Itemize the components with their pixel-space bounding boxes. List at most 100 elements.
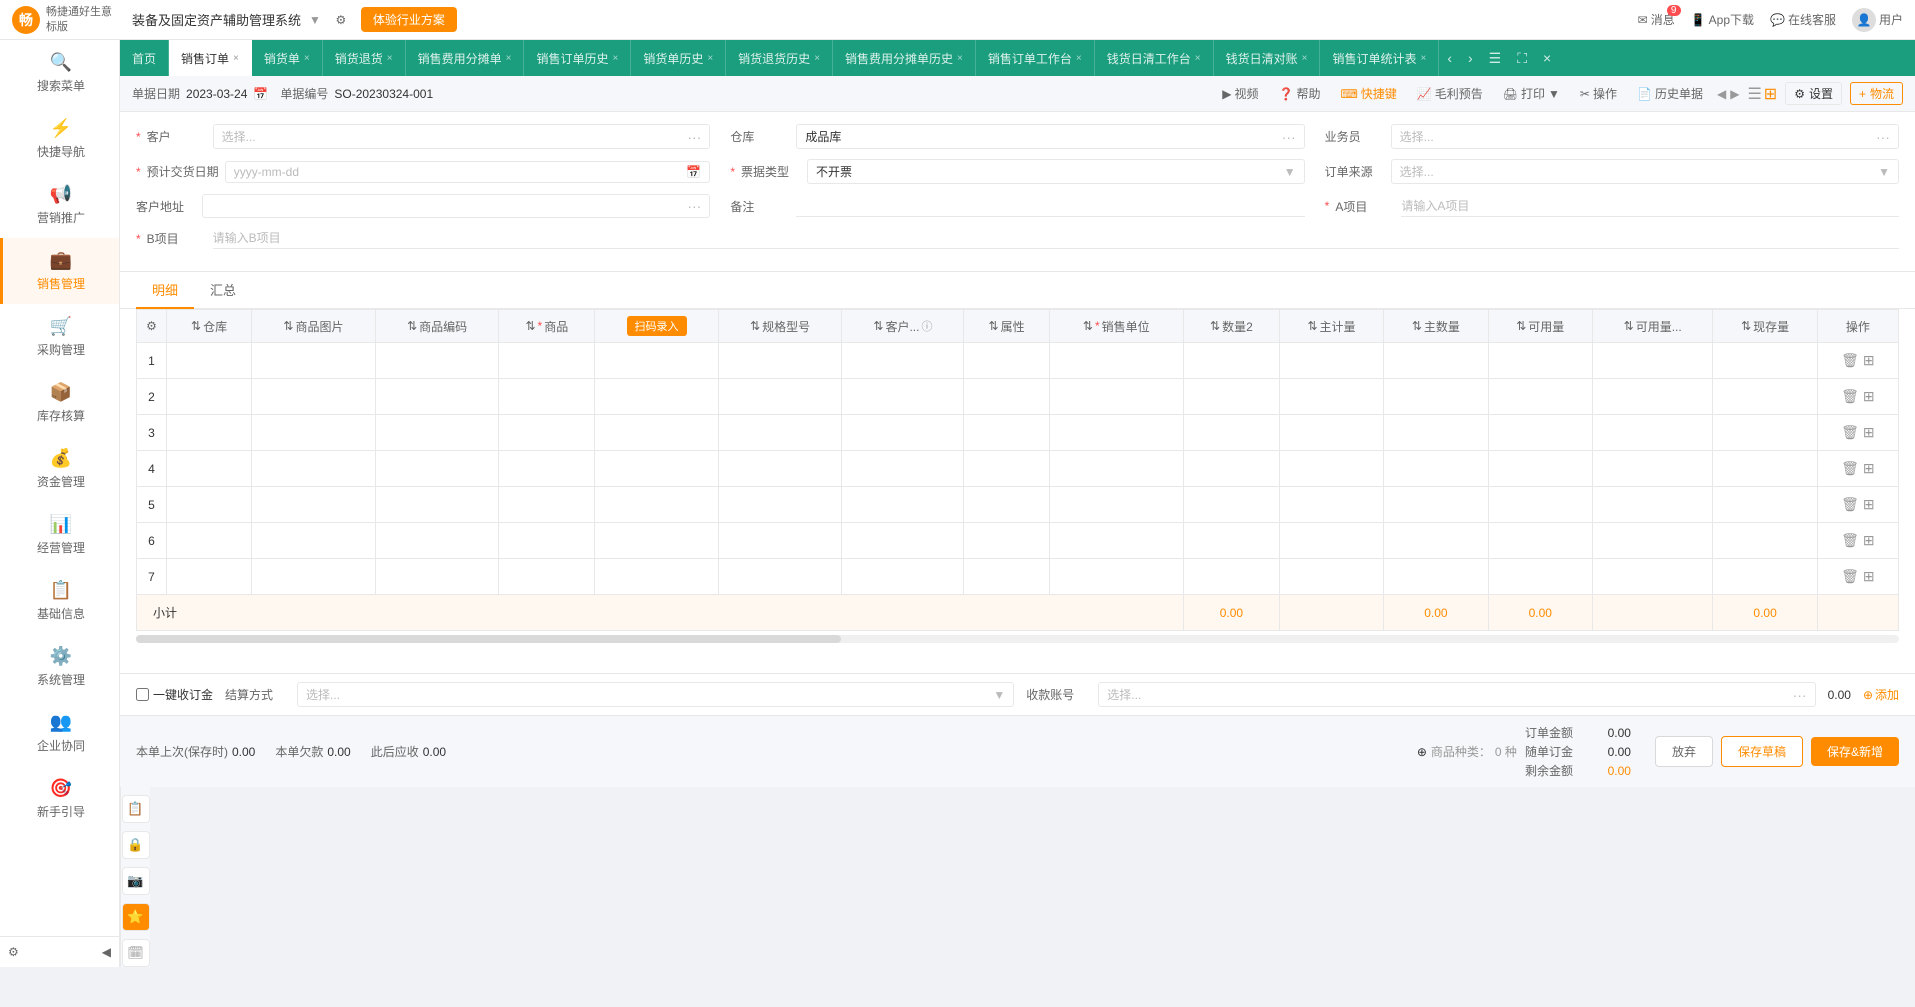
sidebar-item-management[interactable]: 📊 经营管理 [0,502,119,568]
row-main-unit-1[interactable] [1279,343,1383,379]
receipt-account-select[interactable]: 选择... ··· [1098,682,1815,707]
row-stock-1[interactable] [1713,343,1817,379]
tab-prev-btn[interactable]: ‹ [1439,50,1460,66]
save-new-btn[interactable]: 保存&新增 [1811,737,1899,766]
save-draft-btn[interactable]: 保存草稿 [1721,736,1803,767]
quick-checkout-check[interactable] [136,688,149,701]
invoice-type-select[interactable]: 不开票 ▼ [807,159,1305,184]
sidebar-item-finance[interactable]: 💰 资金管理 [0,436,119,502]
online-service-btn[interactable]: 💬 在线客服 [1770,11,1836,28]
sidebar-settings-btn[interactable]: ⚙ [8,945,19,959]
tab-expense-split[interactable]: 销售费用分摊单 × [406,40,525,76]
sidebar-item-guide[interactable]: 🎯 新手引导 [0,766,119,832]
tab-close-order-workbench[interactable]: × [1076,53,1082,64]
warehouse-dots-btn[interactable]: ··· [1282,129,1296,145]
side-icon-1[interactable]: 📋 [122,795,150,823]
row-delete-btn-3[interactable]: 🗑 [1841,424,1859,441]
sidebar-item-enterprise[interactable]: 👥 企业协同 [0,700,119,766]
tab-summary[interactable]: 汇总 [194,272,252,309]
tab-close-sales-invoice[interactable]: × [304,53,310,64]
row-copy-btn-1[interactable]: ⊞ [1863,352,1875,369]
abandon-btn[interactable]: 放弃 [1655,736,1713,767]
view-list-btn[interactable]: ☰ [1747,84,1761,104]
tab-home[interactable]: 首页 [120,40,169,76]
invoice-type-arrow[interactable]: ▼ [1284,165,1296,179]
sidebar-item-inventory[interactable]: 📦 库存核算 [0,370,119,436]
action-btn[interactable]: ✂ 操作 [1574,83,1623,104]
tab-next-btn[interactable]: › [1460,50,1481,66]
view-grid-btn[interactable]: ⊞ [1764,84,1777,104]
sidebar-item-marketing[interactable]: 📢 营销推广 [0,172,119,238]
row-copy-btn-5[interactable]: ⊞ [1863,496,1875,513]
tab-sales-order[interactable]: 销售订单 × [169,40,252,76]
row-attributes-1[interactable] [964,343,1049,379]
tab-close-expense-history[interactable]: × [957,53,963,64]
receipt-account-dots-btn[interactable]: ··· [1793,687,1807,703]
payment-method-select[interactable]: 选择... ▼ [297,682,1014,707]
horizontal-scrollbar[interactable] [136,635,1899,643]
sidebar-item-system[interactable]: ⚙️ 系统管理 [0,634,119,700]
row-spec-1[interactable] [718,343,842,379]
row-delete-btn-7[interactable]: 🗑 [1841,568,1859,585]
side-icon-3[interactable]: 📷 [122,867,150,895]
salesperson-dots-btn[interactable]: ··· [1876,129,1890,145]
app-download-btn[interactable]: 📱 App下载 [1691,11,1754,28]
sidebar-item-purchase[interactable]: 🛒 采购管理 [0,304,119,370]
tab-close-cash-workbench[interactable]: × [1195,53,1201,64]
customer-input[interactable]: 选择... ··· [213,124,711,149]
tab-detail[interactable]: 明细 [136,272,194,309]
row-copy-btn-3[interactable]: ⊞ [1863,424,1875,441]
row-copy-btn-6[interactable]: ⊞ [1863,532,1875,549]
help-btn[interactable]: ❓ 帮助 [1273,83,1327,104]
warehouse-input[interactable]: 成品库 ··· [796,124,1304,149]
row-available-1[interactable] [1488,343,1592,379]
row-product-1[interactable] [499,343,595,379]
scrollbar-thumb[interactable] [136,635,841,643]
customer-address-input[interactable]: ··· [202,194,710,218]
sidebar-item-sales[interactable]: 💼 销售管理 [0,238,119,304]
notes-input[interactable] [796,196,1304,217]
row-available2-1[interactable] [1592,343,1712,379]
shortcut-btn[interactable]: ⌨ 快捷键 [1334,83,1402,104]
scan-enter-btn[interactable]: 扫码录入 [627,316,687,336]
a-project-input[interactable] [1401,196,1899,217]
quick-checkout-checkbox[interactable]: 一键收订金 [136,686,213,703]
tab-invoice-history[interactable]: 销货单历史 × [631,40,726,76]
settings-config-btn[interactable]: ⚙ 设置 [1785,82,1842,105]
tab-order-workbench[interactable]: 销售订单工作台 × [976,40,1095,76]
calendar-icon[interactable]: 📅 [253,87,268,101]
row-code-1[interactable] [375,343,499,379]
salesperson-input[interactable]: 选择... ··· [1391,124,1899,149]
row-warehouse-1[interactable] [167,343,252,379]
row-delete-btn-4[interactable]: 🗑 [1841,460,1859,477]
th-settings[interactable]: ⚙ [137,310,167,343]
sidebar-item-quicknav[interactable]: ⚡ 快捷导航 [0,106,119,172]
tab-maximize-btn[interactable]: ⛶ [1509,50,1535,67]
sidebar-item-basic-info[interactable]: 📋 基础信息 [0,568,119,634]
order-source-input[interactable]: 选择... ▼ [1391,159,1899,184]
payment-method-arrow[interactable]: ▼ [993,688,1005,702]
tab-menu-btn[interactable]: ☰ [1481,50,1510,67]
tab-close-order-history[interactable]: × [612,53,618,64]
tab-close-sales-order[interactable]: × [233,53,239,64]
order-source-arrow[interactable]: ▼ [1878,165,1890,179]
tab-sales-return[interactable]: 销货退货 × [323,40,406,76]
row-copy-btn-4[interactable]: ⊞ [1863,460,1875,477]
history-btn[interactable]: 📄 历史单据 [1631,83,1709,104]
th-scan[interactable]: 扫码录入 [595,310,719,343]
tab-order-history[interactable]: 销售订单历史 × [524,40,631,76]
tab-close-btn[interactable]: × [1535,50,1559,66]
side-icon-4[interactable]: ⭐ [122,903,150,931]
row-delete-btn-6[interactable]: 🗑 [1841,532,1859,549]
row-customer-code-1[interactable] [842,343,964,379]
sidebar-item-search[interactable]: 🔍 搜索菜单 [0,40,119,106]
add-logistics-btn[interactable]: + 物流 [1850,82,1903,105]
tab-close-expense-split[interactable]: × [506,53,512,64]
tab-sales-invoice[interactable]: 销货单 × [252,40,323,76]
tab-close-reconcile[interactable]: × [1302,53,1308,64]
b-project-input[interactable] [213,228,1899,249]
tab-statistics[interactable]: 销售订单统计表 × [1320,40,1439,76]
tab-reconcile[interactable]: 钱货日清对账 × [1214,40,1321,76]
tab-return-history[interactable]: 销货退货历史 × [726,40,833,76]
row-delete-btn-5[interactable]: 🗑 [1841,496,1859,513]
